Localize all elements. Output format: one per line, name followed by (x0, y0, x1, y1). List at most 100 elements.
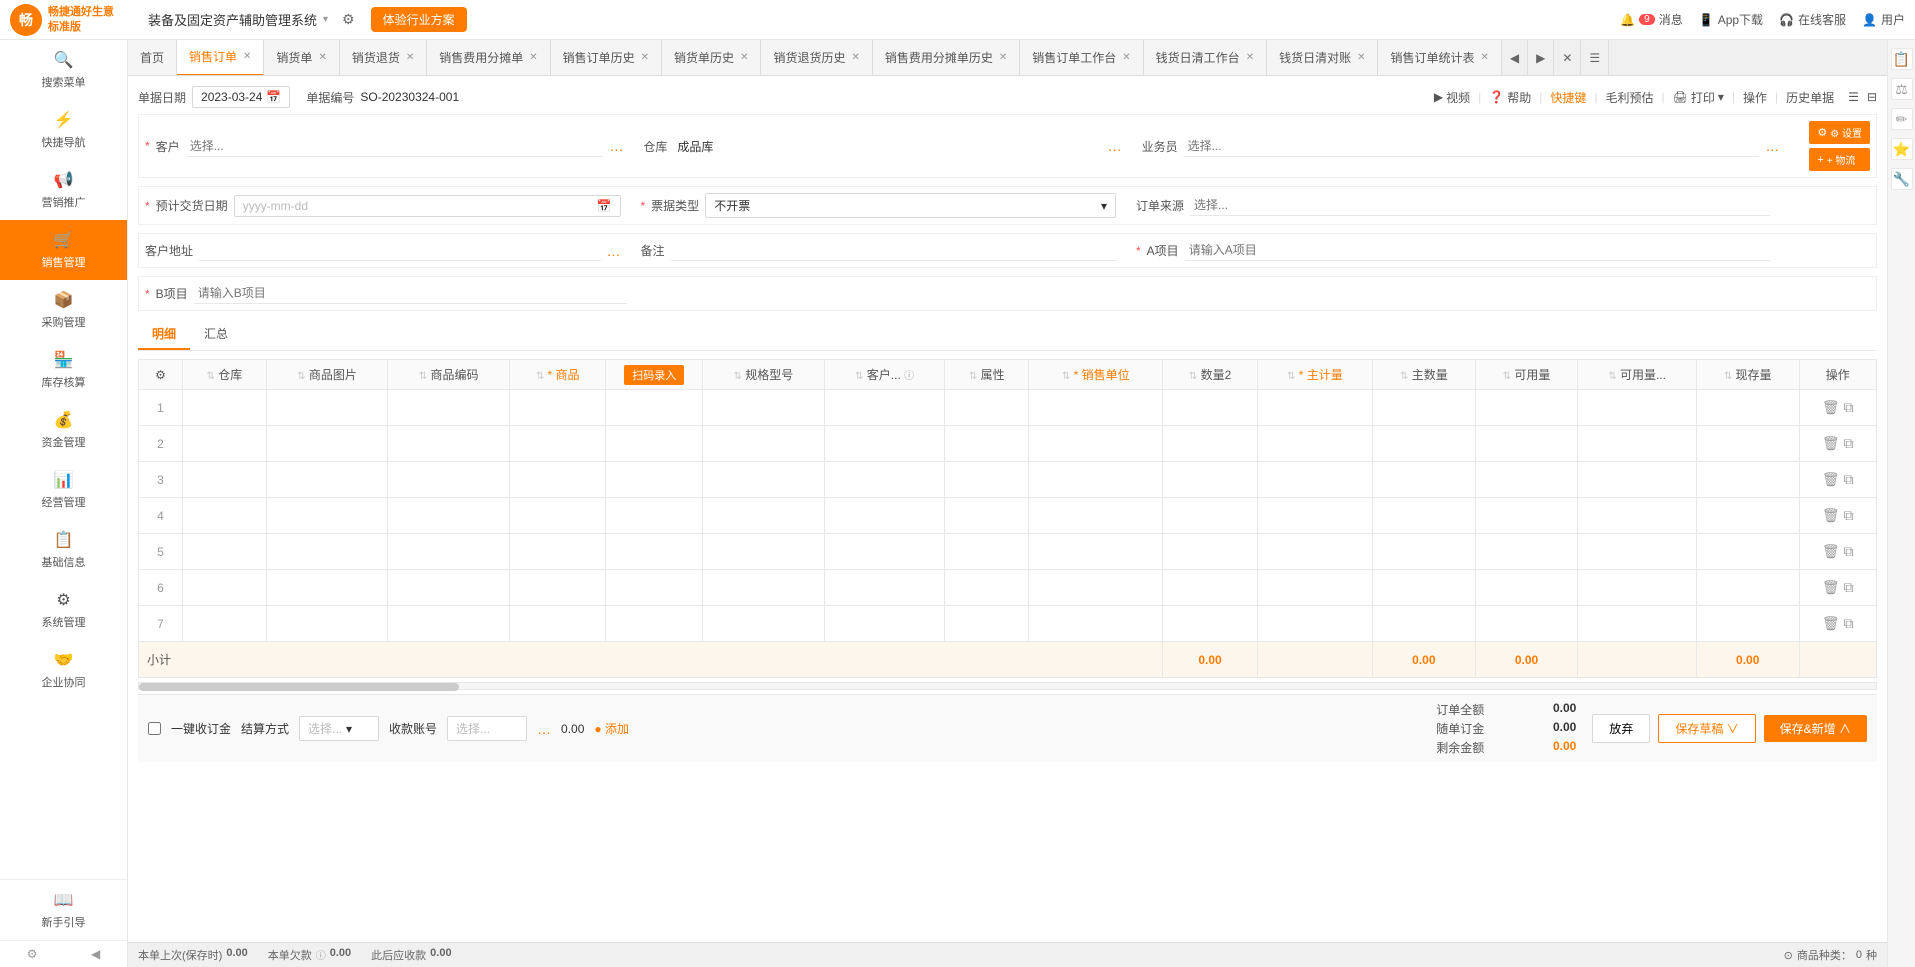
tab-sales-return[interactable]: 销货退货 ✕ (340, 40, 427, 76)
account-select[interactable]: 选择... (447, 716, 527, 741)
right-icon-3[interactable]: ✏ (1891, 108, 1913, 130)
col-scan[interactable]: 扫码录入 (606, 360, 703, 390)
row-delete-2[interactable]: 🗑 (1822, 435, 1840, 452)
bottom-settings-icon[interactable]: ⚙ (27, 947, 38, 961)
save-new-button[interactable]: 保存&新增 ∧ (1764, 715, 1867, 742)
tab-sales-history[interactable]: 销售订单历史 ✕ (551, 40, 662, 76)
notification-item[interactable]: 🔔 9 消息 (1620, 11, 1683, 28)
row-delete-6[interactable]: 🗑 (1822, 579, 1840, 596)
row-delete-3[interactable]: 🗑 (1822, 471, 1840, 488)
tab-return-history[interactable]: 销货退货历史 ✕ (761, 40, 872, 76)
row-delete-7[interactable]: 🗑 (1822, 615, 1840, 632)
settings-button[interactable]: ⚙ ⚙ 设置 (1809, 121, 1870, 144)
help-action[interactable]: ❓ 帮助 (1489, 89, 1531, 106)
tab-home[interactable]: 首页 (128, 40, 177, 76)
right-icon-5[interactable]: 🔧 (1891, 168, 1913, 190)
abandon-button[interactable]: 放弃 (1592, 714, 1650, 743)
tab-order-workbench[interactable]: 销售订单工作台 ✕ (1020, 40, 1143, 76)
draft-button[interactable]: 保存草稿 ∨ (1658, 714, 1755, 743)
operation-action[interactable]: 操作 (1743, 89, 1767, 106)
salesperson-dots[interactable]: … (1765, 138, 1779, 154)
horizontal-scrollbar[interactable] (138, 682, 1877, 690)
row-copy-2[interactable]: ⧉ (1844, 435, 1854, 452)
tab-goods-history[interactable]: 销货单历史 ✕ (662, 40, 761, 76)
sidebar-item-sales[interactable]: 🛒 销售管理 (0, 220, 127, 280)
tab-return-history-close[interactable]: ✕ (851, 52, 859, 63)
tab-sales-return-close[interactable]: ✕ (406, 52, 414, 63)
tab-order-workbench-close[interactable]: ✕ (1122, 52, 1130, 63)
tab-sales-fee-close[interactable]: ✕ (529, 52, 537, 63)
tab-prev-btn[interactable]: ◀ (1502, 40, 1528, 76)
tab-fee-history-close[interactable]: ✕ (999, 52, 1007, 63)
payment-method-select[interactable]: 选择... ▾ (299, 716, 379, 741)
b-project-input[interactable] (194, 283, 627, 304)
sidebar-item-quick[interactable]: ⚡ 快捷导航 (0, 100, 127, 160)
customer-input[interactable] (186, 136, 604, 157)
row-copy-4[interactable]: ⧉ (1844, 507, 1854, 524)
row-copy-1[interactable]: ⧉ (1844, 399, 1854, 416)
right-icon-4[interactable]: ⭐ (1891, 138, 1913, 160)
tab-detail[interactable]: 明细 (138, 319, 190, 350)
date-input[interactable]: 2023-03-24 📅 (192, 86, 290, 108)
online-service-item[interactable]: 🎧 在线客服 (1779, 11, 1846, 28)
sidebar-item-purchase[interactable]: 📦 采购管理 (0, 280, 127, 340)
tab-order-stats-close[interactable]: ✕ (1481, 52, 1489, 63)
sidebar-item-operations[interactable]: 📊 经营管理 (0, 460, 127, 520)
row-delete-1[interactable]: 🗑 (1822, 399, 1840, 416)
tab-daily-workbench[interactable]: 钱货日清工作台 ✕ (1144, 40, 1267, 76)
tab-sales-history-close[interactable]: ✕ (641, 52, 649, 63)
row-copy-7[interactable]: ⧉ (1844, 615, 1854, 632)
tab-sales-goods-close[interactable]: ✕ (318, 52, 326, 63)
sidebar-item-system[interactable]: ⚙ 系统管理 (0, 580, 127, 640)
tab-goods-history-close[interactable]: ✕ (740, 52, 748, 63)
right-icon-1[interactable]: 📋 (1891, 48, 1913, 70)
sidebar-item-search[interactable]: 🔍 搜索菜单 (0, 40, 127, 100)
sidebar-item-collab[interactable]: 🤝 企业协同 (0, 640, 127, 700)
col-settings[interactable]: ⚙ (139, 360, 183, 390)
invoice-select[interactable]: 不开票 ▾ (705, 193, 1116, 218)
tab-order-stats[interactable]: 销售订单统计表 ✕ (1378, 40, 1501, 76)
delivery-input[interactable]: yyyy-mm-dd 📅 (234, 195, 621, 217)
warehouse-dots[interactable]: … (1108, 138, 1122, 154)
address-input[interactable] (199, 240, 600, 261)
tab-daily-reconcile[interactable]: 钱货日清对账 ✕ (1267, 40, 1378, 76)
sidebar-item-inventory[interactable]: 🏪 库存核算 (0, 340, 127, 400)
account-dots[interactable]: … (537, 721, 551, 737)
profit-action[interactable]: 毛利预估 (1605, 89, 1653, 106)
scrollbar-thumb[interactable] (139, 683, 459, 691)
tab-sales-goods[interactable]: 销货单 ✕ (264, 40, 339, 76)
address-dots[interactable]: … (607, 243, 621, 259)
scan-button[interactable]: 扫码录入 (624, 365, 684, 385)
row-copy-6[interactable]: ⧉ (1844, 579, 1854, 596)
history-action[interactable]: 历史单据 (1786, 89, 1834, 106)
sidebar-item-marketing[interactable]: 📢 营销推广 (0, 160, 127, 220)
app-download-item[interactable]: 📱 App下载 (1699, 11, 1763, 28)
tab-summary[interactable]: 汇总 (190, 319, 242, 350)
row-copy-3[interactable]: ⧉ (1844, 471, 1854, 488)
a-project-input[interactable] (1185, 240, 1770, 261)
tab-menu-btn[interactable]: ☰ (1581, 40, 1609, 76)
bottom-collapse-icon[interactable]: ◀ (91, 947, 100, 961)
row-delete-5[interactable]: 🗑 (1822, 543, 1840, 560)
tab-next-btn[interactable]: ▶ (1528, 40, 1554, 76)
tab-sales-order[interactable]: 销售订单 ✕ (177, 40, 264, 76)
system-dropdown-arrow[interactable]: ▾ (323, 14, 328, 25)
tab-daily-workbench-close[interactable]: ✕ (1246, 52, 1254, 63)
tab-sales-fee[interactable]: 销售费用分摊单 ✕ (427, 40, 550, 76)
order-source-input[interactable] (1190, 195, 1770, 216)
remark-input[interactable] (671, 240, 1116, 261)
right-icon-2[interactable]: ⚖ (1891, 78, 1913, 100)
customer-dots[interactable]: … (609, 138, 623, 154)
goods-button[interactable]: + + 物流 (1809, 148, 1870, 171)
solution-button[interactable]: 体验行业方案 (371, 7, 467, 32)
print-action[interactable]: 🖨 打印 ▾ (1673, 89, 1724, 106)
user-item[interactable]: 👤 用户 (1862, 11, 1905, 28)
sidebar-item-finance[interactable]: 💰 资金管理 (0, 400, 127, 460)
shortcut-action[interactable]: 快捷键 (1550, 89, 1586, 106)
salesperson-input[interactable] (1184, 136, 1760, 157)
settings-icon[interactable]: ⚙ (342, 11, 355, 28)
view-action[interactable]: ▶ 视频 (1434, 89, 1470, 106)
form-view-icon[interactable]: ⊟ (1867, 90, 1877, 104)
row-copy-5[interactable]: ⧉ (1844, 543, 1854, 560)
one-click-checkbox[interactable] (148, 722, 161, 735)
